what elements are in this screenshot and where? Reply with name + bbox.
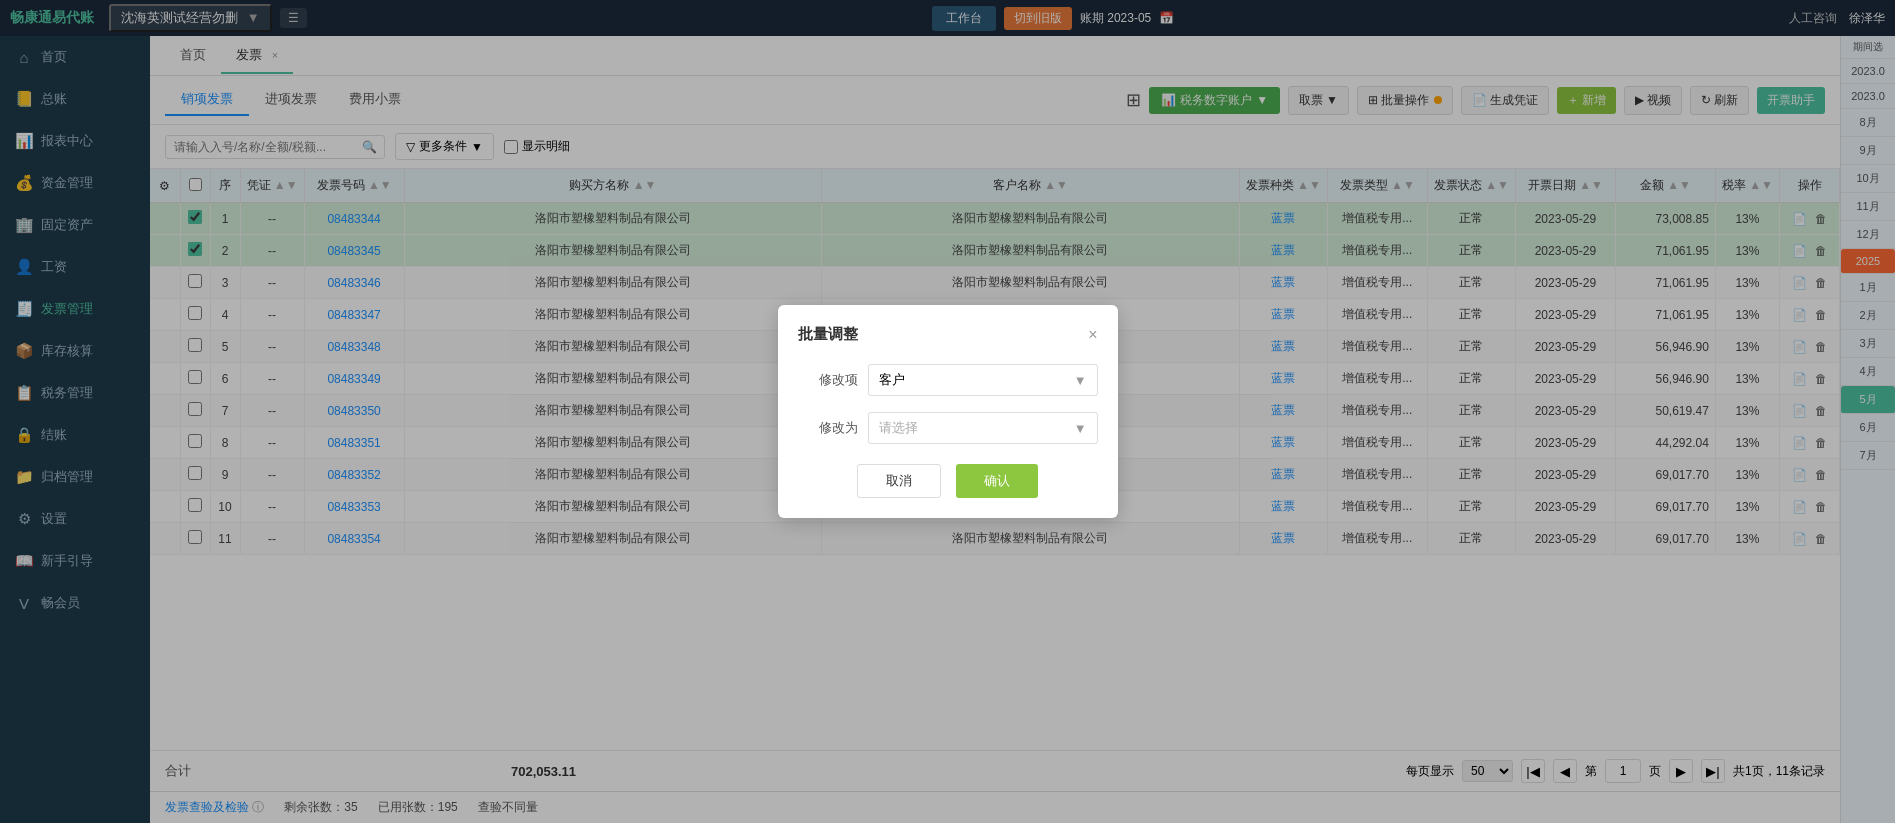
batch-adjust-modal: 批量调整 × 修改项 客户 ▼ 修改为 请选择 ▼ 取消 确认 xyxy=(778,305,1118,518)
modal-header: 批量调整 × xyxy=(798,325,1098,344)
modal-cancel-btn[interactable]: 取消 xyxy=(857,464,941,498)
modal-value-placeholder: 请选择 xyxy=(879,419,918,437)
modal-field-arrow: ▼ xyxy=(1074,373,1087,388)
modal-field-row: 修改项 客户 ▼ xyxy=(798,364,1098,396)
modal-field-select[interactable]: 客户 ▼ xyxy=(868,364,1098,396)
modal-value-select[interactable]: 请选择 ▼ xyxy=(868,412,1098,444)
modal-close-btn[interactable]: × xyxy=(1088,326,1097,344)
modal-field-value: 客户 xyxy=(879,371,905,389)
modal-confirm-btn[interactable]: 确认 xyxy=(956,464,1038,498)
modal-field-label: 修改项 xyxy=(798,371,858,389)
modal-value-label: 修改为 xyxy=(798,419,858,437)
modal-title: 批量调整 xyxy=(798,325,858,344)
modal-value-arrow: ▼ xyxy=(1074,421,1087,436)
modal-overlay: 批量调整 × 修改项 客户 ▼ 修改为 请选择 ▼ 取消 确认 xyxy=(0,0,1895,823)
modal-footer: 取消 确认 xyxy=(798,464,1098,498)
modal-value-row: 修改为 请选择 ▼ xyxy=(798,412,1098,444)
